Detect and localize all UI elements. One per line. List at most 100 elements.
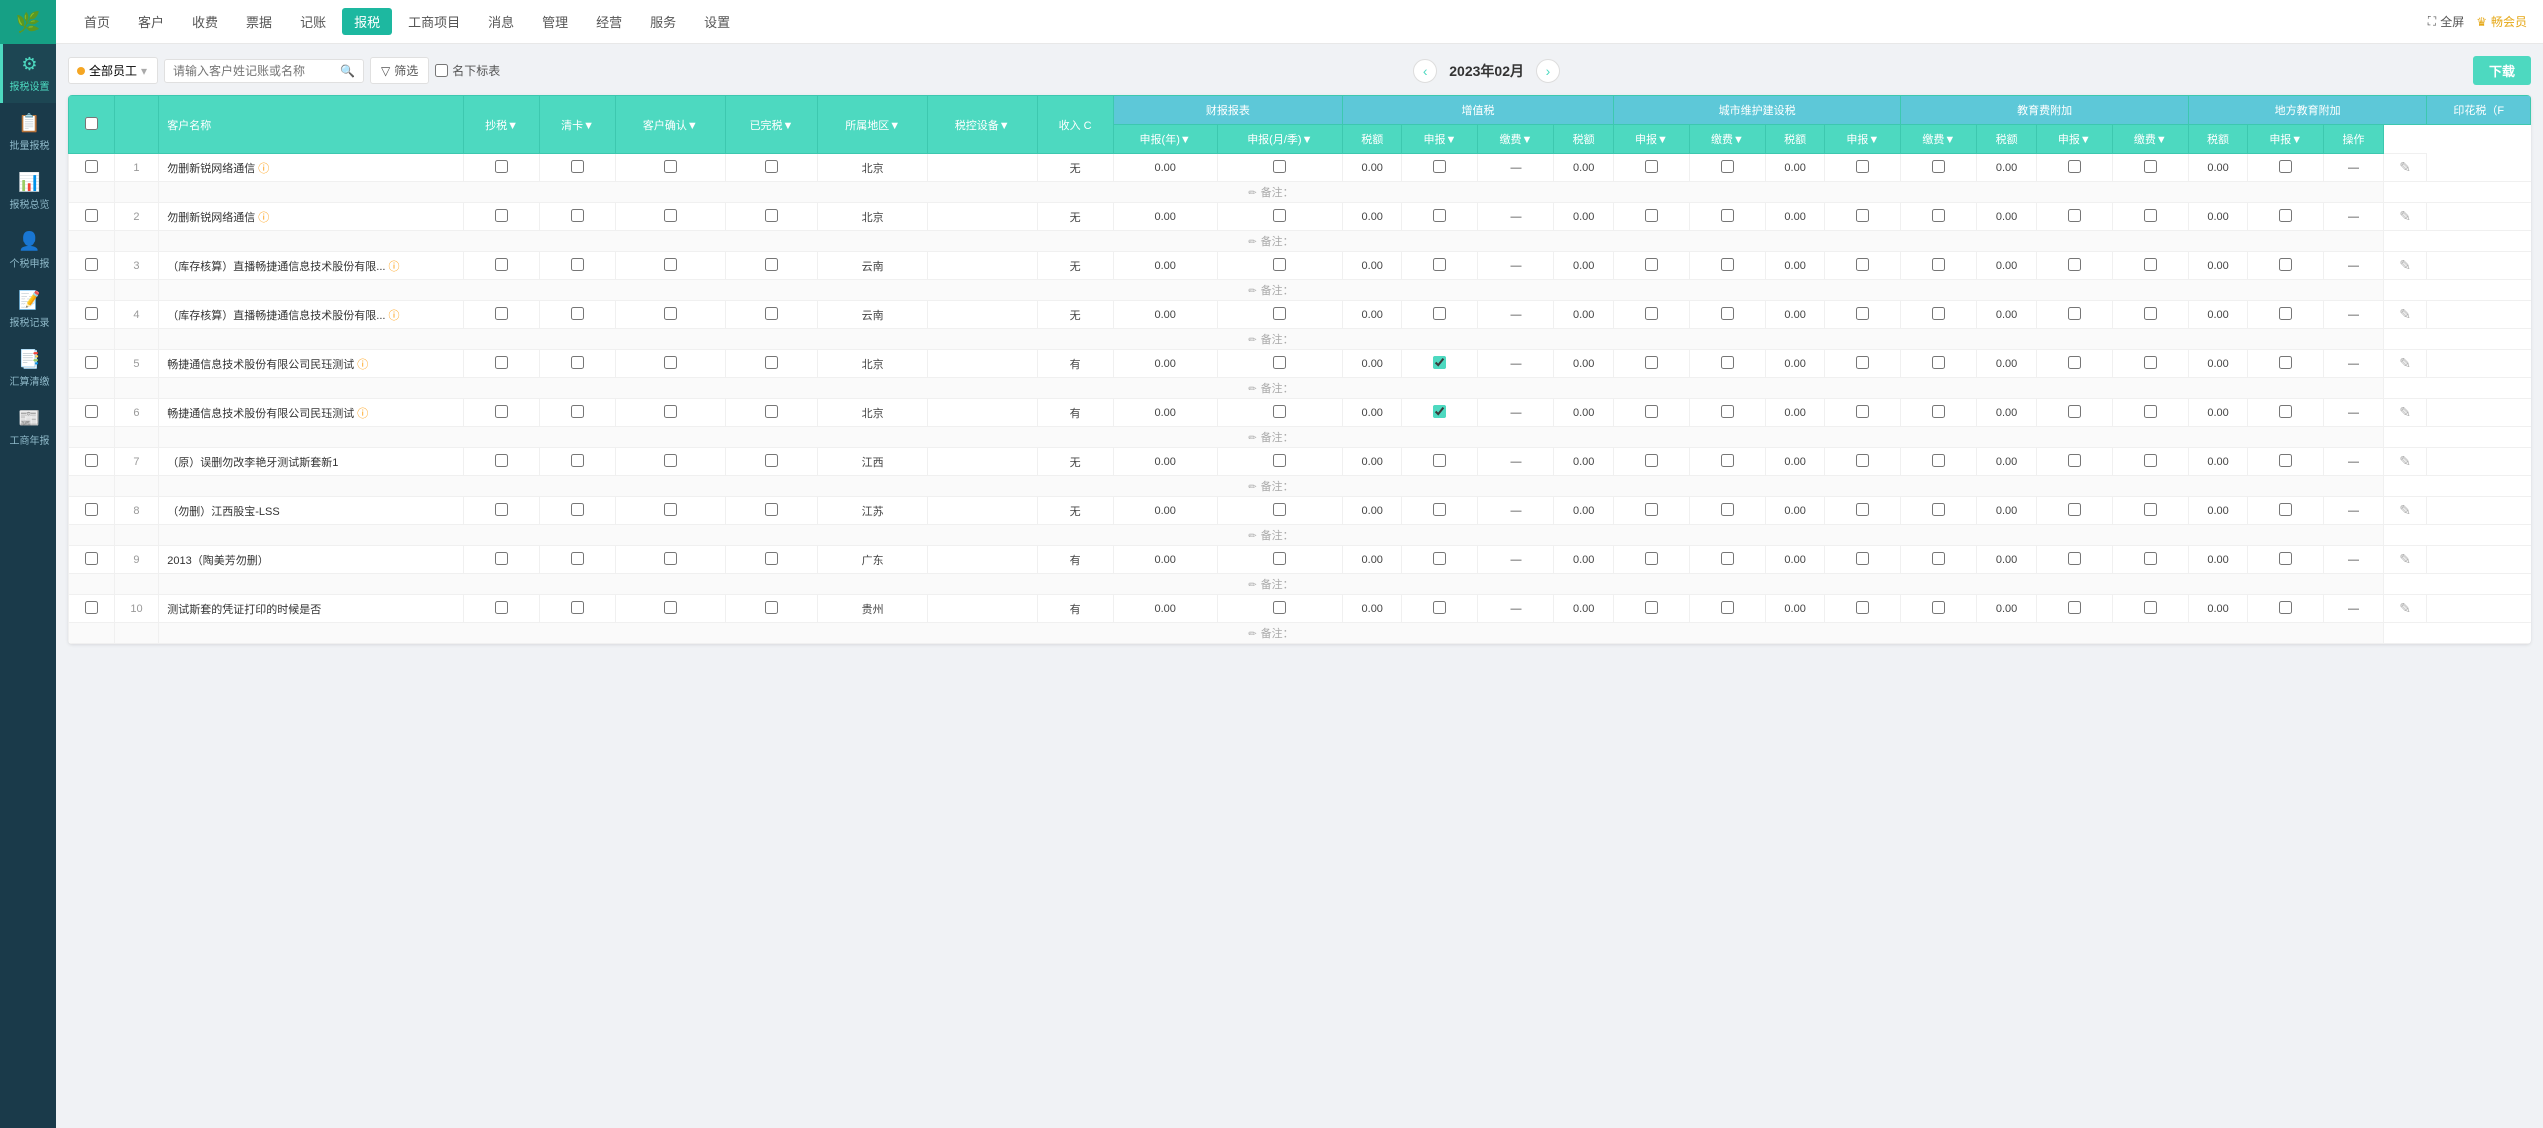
cs-shen-checkbox[interactable] (1645, 258, 1658, 271)
row-checkbox[interactable] (85, 160, 98, 173)
cs-shen-checkbox[interactable] (1645, 601, 1658, 614)
row-checkbox[interactable] (85, 209, 98, 222)
df-shen-checkbox[interactable] (2068, 307, 2081, 320)
row-edit-btn[interactable]: ✎ (2383, 546, 2427, 574)
jy-shen-checkbox[interactable] (1856, 160, 1869, 173)
edit-icon[interactable]: ✎ (2399, 600, 2411, 616)
zz-shen-checkbox[interactable] (1433, 552, 1446, 565)
row-checkbox[interactable] (85, 503, 98, 516)
row-checkbox[interactable] (85, 454, 98, 467)
wanshui-checkbox[interactable] (765, 160, 778, 173)
edit-icon[interactable]: ✎ (2399, 404, 2411, 420)
edit-icon[interactable]: ✎ (2399, 306, 2411, 322)
sidebar-item-baoshuishezhi[interactable]: ⚙ 报税设置 (0, 44, 56, 103)
sidebar-item-geshui[interactable]: 👤 个税申报 (0, 221, 56, 280)
staff-dropdown[interactable]: 全部员工 ▾ (68, 57, 158, 84)
wanshui-checkbox[interactable] (765, 454, 778, 467)
fullscreen-button[interactable]: ⛶ 全屏 (2428, 13, 2464, 30)
cs-jiao-checkbox[interactable] (1721, 356, 1734, 369)
cs-jiao-checkbox[interactable] (1721, 601, 1734, 614)
df-jiao-checkbox[interactable] (2144, 160, 2157, 173)
nav-message[interactable]: 消息 (476, 8, 526, 35)
search-input[interactable] (173, 64, 336, 78)
yh-shen-checkbox[interactable] (2279, 405, 2292, 418)
caiwu-month-checkbox[interactable] (1273, 258, 1286, 271)
qingka-checkbox[interactable] (571, 209, 584, 222)
zz-shen-checkbox[interactable] (1433, 405, 1446, 418)
df-jiao-checkbox[interactable] (2144, 503, 2157, 516)
chaoshui-checkbox[interactable] (495, 160, 508, 173)
wanshui-checkbox[interactable] (765, 258, 778, 271)
jy-jiao-checkbox[interactable] (1932, 503, 1945, 516)
cs-jiao-checkbox[interactable] (1721, 160, 1734, 173)
yh-shen-checkbox[interactable] (2279, 307, 2292, 320)
qingka-checkbox[interactable] (571, 160, 584, 173)
chaoshui-checkbox[interactable] (495, 209, 508, 222)
nav-operation[interactable]: 经营 (584, 8, 634, 35)
caiwu-month-checkbox[interactable] (1273, 356, 1286, 369)
cs-shen-checkbox[interactable] (1645, 160, 1658, 173)
nav-invoice[interactable]: 票据 (234, 8, 284, 35)
df-shen-checkbox[interactable] (2068, 405, 2081, 418)
queren-checkbox[interactable] (664, 160, 677, 173)
row-edit-btn[interactable]: ✎ (2383, 497, 2427, 525)
queren-checkbox[interactable] (664, 503, 677, 516)
df-jiao-checkbox[interactable] (2144, 405, 2157, 418)
edit-icon[interactable]: ✎ (2399, 159, 2411, 175)
yh-shen-checkbox[interactable] (2279, 258, 2292, 271)
yh-shen-checkbox[interactable] (2279, 454, 2292, 467)
cs-shen-checkbox[interactable] (1645, 503, 1658, 516)
df-shen-checkbox[interactable] (2068, 503, 2081, 516)
jy-shen-checkbox[interactable] (1856, 307, 1869, 320)
row-edit-btn[interactable]: ✎ (2383, 203, 2427, 231)
vip-button[interactable]: ♛ 畅会员 (2476, 13, 2527, 30)
chaoshui-checkbox[interactable] (495, 356, 508, 369)
sidebar-item-gongshang[interactable]: 📰 工商年报 (0, 398, 56, 457)
prev-month-button[interactable]: ‹ (1413, 59, 1437, 83)
jy-jiao-checkbox[interactable] (1932, 405, 1945, 418)
cs-shen-checkbox[interactable] (1645, 454, 1658, 467)
jy-shen-checkbox[interactable] (1856, 258, 1869, 271)
yh-shen-checkbox[interactable] (2279, 209, 2292, 222)
cs-jiao-checkbox[interactable] (1721, 209, 1734, 222)
edit-icon[interactable]: ✎ (2399, 355, 2411, 371)
cs-shen-checkbox[interactable] (1645, 307, 1658, 320)
queren-checkbox[interactable] (664, 552, 677, 565)
yh-shen-checkbox[interactable] (2279, 503, 2292, 516)
jy-jiao-checkbox[interactable] (1932, 258, 1945, 271)
edit-icon[interactable]: ✎ (2399, 453, 2411, 469)
jy-shen-checkbox[interactable] (1856, 454, 1869, 467)
row-checkbox[interactable] (85, 601, 98, 614)
jy-jiao-checkbox[interactable] (1932, 209, 1945, 222)
df-jiao-checkbox[interactable] (2144, 258, 2157, 271)
qingka-checkbox[interactable] (571, 405, 584, 418)
caiwu-month-checkbox[interactable] (1273, 209, 1286, 222)
caiwu-month-checkbox[interactable] (1273, 454, 1286, 467)
row-edit-btn[interactable]: ✎ (2383, 301, 2427, 329)
jy-jiao-checkbox[interactable] (1932, 552, 1945, 565)
row-edit-btn[interactable]: ✎ (2383, 350, 2427, 378)
caiwu-month-checkbox[interactable] (1273, 160, 1286, 173)
zz-shen-checkbox[interactable] (1433, 307, 1446, 320)
df-shen-checkbox[interactable] (2068, 160, 2081, 173)
df-shen-checkbox[interactable] (2068, 552, 2081, 565)
row-checkbox[interactable] (85, 356, 98, 369)
zz-shen-checkbox[interactable] (1433, 160, 1446, 173)
cs-jiao-checkbox[interactable] (1721, 258, 1734, 271)
df-shen-checkbox[interactable] (2068, 601, 2081, 614)
nav-client[interactable]: 客户 (126, 8, 176, 35)
cs-shen-checkbox[interactable] (1645, 356, 1658, 369)
edit-icon[interactable]: ✎ (2399, 502, 2411, 518)
filter-button[interactable]: ▽ 筛选 (370, 57, 429, 84)
chaoshui-checkbox[interactable] (495, 454, 508, 467)
nav-accounting[interactable]: 记账 (288, 8, 338, 35)
queren-checkbox[interactable] (664, 209, 677, 222)
queren-checkbox[interactable] (664, 454, 677, 467)
edit-icon[interactable]: ✎ (2399, 257, 2411, 273)
zz-shen-checkbox[interactable] (1433, 454, 1446, 467)
cs-jiao-checkbox[interactable] (1721, 454, 1734, 467)
wanshui-checkbox[interactable] (765, 503, 778, 516)
wanshui-checkbox[interactable] (765, 307, 778, 320)
row-checkbox[interactable] (85, 405, 98, 418)
df-jiao-checkbox[interactable] (2144, 356, 2157, 369)
